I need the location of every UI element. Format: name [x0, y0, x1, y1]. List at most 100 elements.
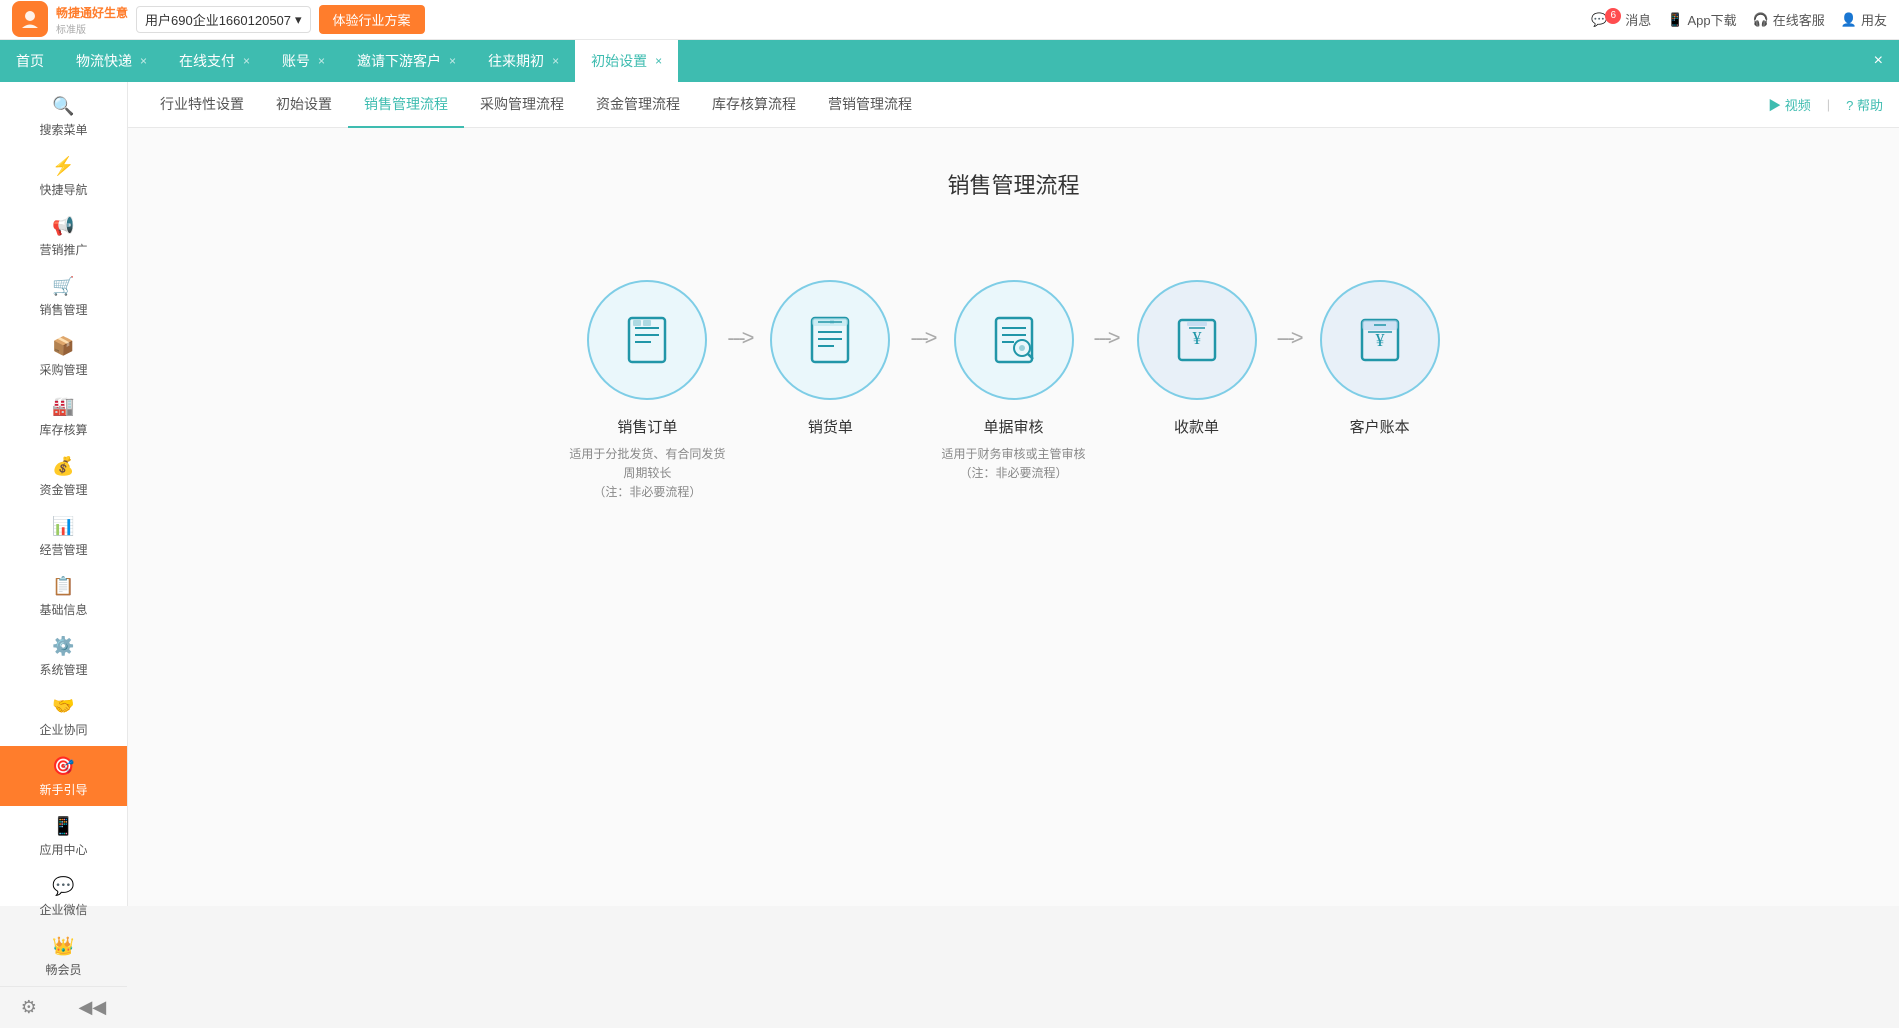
- main-layout: 🔍 搜索菜单 ⚡ 快捷导航 📢 营销推广 🛒 销售管理 📦 采购管理 🏭 库存核…: [0, 82, 1899, 906]
- nav-close-init[interactable]: ×: [655, 54, 662, 68]
- app-download-button[interactable]: 📱 App下载: [1667, 10, 1736, 29]
- sub-tab-label-finance-flow: 资金管理流程: [596, 94, 680, 114]
- sidebar-item-label-purchase: 采购管理: [39, 361, 87, 378]
- flow-circle-review: [954, 280, 1074, 400]
- sidebar-item-label-sys-mgmt: 系统管理: [39, 661, 87, 678]
- finance-icon: 💰: [52, 456, 74, 477]
- nav-bar-close-button[interactable]: ×: [1858, 52, 1899, 70]
- flow-circle-account-book: ¥: [1320, 280, 1440, 400]
- logo-text-block: 畅捷通好生意 标准版: [56, 4, 128, 36]
- flow-arrow-2: - - ->: [910, 280, 933, 351]
- message-button[interactable]: 💬 6 消息: [1591, 10, 1651, 29]
- page-title: 销售管理流程: [148, 168, 1879, 200]
- sidebar-item-enterprise-wechat[interactable]: 💬 企业微信: [0, 866, 127, 926]
- sidebar-item-purchase[interactable]: 📦 采购管理: [0, 326, 127, 386]
- flow-label-receipt: 收款单: [1174, 416, 1219, 437]
- nav-label-account: 账号: [282, 51, 310, 71]
- sidebar-item-label-enterprise-wechat: 企业微信: [39, 901, 87, 918]
- flow-circle-delivery: [770, 280, 890, 400]
- sub-tab-label-marketing-flow: 营销管理流程: [828, 94, 912, 114]
- sys-mgmt-icon: ⚙️: [52, 636, 74, 657]
- sub-tab-marketing-flow[interactable]: 营销管理流程: [812, 82, 928, 128]
- enterprise-wechat-icon: 💬: [52, 876, 74, 897]
- sidebar-item-label-marketing: 营销推广: [39, 241, 87, 258]
- sidebar-item-finance[interactable]: 💰 资金管理: [0, 446, 127, 506]
- video-link[interactable]: ▶ 视频: [1768, 95, 1811, 114]
- nav-label-payment: 在线支付: [179, 51, 235, 71]
- online-service-label: 在线客服: [1773, 10, 1825, 29]
- nav-item-period[interactable]: 往来期初 ×: [472, 40, 575, 82]
- chevron-down-icon: ▾: [295, 12, 302, 28]
- svg-text:¥: ¥: [1192, 328, 1201, 348]
- logo-icon: [12, 1, 48, 37]
- flow-desc-sales-order: 适用于分批发货、有合同发货周期较长（注：非必要流程）: [567, 445, 727, 503]
- sidebar-item-app-center[interactable]: 📱 应用中心: [0, 806, 127, 866]
- sidebar-item-label-inventory: 库存核算: [39, 421, 87, 438]
- sidebar-item-enterprise-collab[interactable]: 🤝 企业协同: [0, 686, 127, 746]
- flow-circle-sales-order: [587, 280, 707, 400]
- sidebar-item-vip[interactable]: 👑 畅会员: [0, 926, 127, 986]
- sidebar-item-operations[interactable]: 📊 经营管理: [0, 506, 127, 566]
- user-selector[interactable]: 用户690企业1660120507 ▾: [136, 6, 311, 33]
- sidebar-item-search[interactable]: 🔍 搜索菜单: [0, 86, 127, 146]
- sub-tab-label-sales-flow: 销售管理流程: [364, 94, 448, 114]
- sidebar-item-marketing[interactable]: 📢 营销推广: [0, 206, 127, 266]
- sidebar-item-label-sales: 销售管理: [39, 301, 87, 318]
- sub-tab-industry[interactable]: 行业特性设置: [144, 82, 260, 128]
- flow-step-account-book: ¥ 客户账本: [1300, 280, 1460, 445]
- sidebar-item-label-operations: 经营管理: [39, 541, 87, 558]
- flow-label-account-book: 客户账本: [1350, 416, 1410, 437]
- sidebar-item-basic-info[interactable]: 📋 基础信息: [0, 566, 127, 626]
- message-badge: 6: [1605, 8, 1621, 24]
- nav-close-logistics[interactable]: ×: [140, 54, 147, 68]
- user-menu-button[interactable]: 👤 用友: [1841, 10, 1887, 29]
- svg-text:¥: ¥: [1375, 330, 1384, 350]
- nav-item-logistics[interactable]: 物流快递 ×: [60, 40, 163, 82]
- flow-diagram: 销售订单 适用于分批发货、有合同发货周期较长（注：非必要流程） - - ->: [148, 260, 1879, 523]
- sub-tab-finance-flow[interactable]: 资金管理流程: [580, 82, 696, 128]
- vip-icon: 👑: [52, 936, 74, 957]
- sidebar-item-label-new-guide: 新手引导: [39, 781, 87, 798]
- flow-label-delivery: 销货单: [808, 416, 853, 437]
- nav-item-invite[interactable]: 邀请下游客户 ×: [341, 40, 472, 82]
- sidebar-item-sys-mgmt[interactable]: ⚙️ 系统管理: [0, 626, 127, 686]
- nav-item-payment[interactable]: 在线支付 ×: [163, 40, 266, 82]
- collapse-sidebar-icon[interactable]: ◀◀: [79, 997, 107, 1018]
- nav-close-account[interactable]: ×: [318, 54, 325, 68]
- sidebar-item-label-enterprise-collab: 企业协同: [39, 721, 87, 738]
- nav-item-home[interactable]: 首页: [0, 40, 60, 82]
- nav-label-invite: 邀请下游客户: [357, 51, 441, 71]
- nav-close-invite[interactable]: ×: [449, 54, 456, 68]
- nav-close-period[interactable]: ×: [552, 54, 559, 68]
- logo-title: 畅捷通好生意: [56, 4, 128, 21]
- sidebar-item-new-guide[interactable]: 🎯 新手引导: [0, 746, 127, 806]
- nav-close-payment[interactable]: ×: [243, 54, 250, 68]
- top-header: 畅捷通好生意 标准版 用户690企业1660120507 ▾ 体验行业方案 💬 …: [0, 0, 1899, 40]
- search-icon: 🔍: [52, 96, 74, 117]
- experience-button[interactable]: 体验行业方案: [319, 5, 425, 34]
- sub-tab-inventory-flow[interactable]: 库存核算流程: [696, 82, 812, 128]
- video-icon: ▶: [1768, 98, 1781, 113]
- sidebar-item-sales[interactable]: 🛒 销售管理: [0, 266, 127, 326]
- nav-item-init[interactable]: 初始设置 ×: [575, 40, 678, 82]
- avatar-icon: 👤: [1841, 12, 1857, 28]
- sidebar-item-label-quick-nav: 快捷导航: [39, 181, 87, 198]
- flow-arrow-1: - - ->: [727, 280, 750, 351]
- flow-step-receipt: ¥ 收款单: [1117, 280, 1277, 445]
- online-service-button[interactable]: 🎧 在线客服: [1753, 10, 1825, 29]
- nav-item-account[interactable]: 账号 ×: [266, 40, 341, 82]
- help-link[interactable]: ? 帮助: [1846, 95, 1883, 114]
- sub-tab-init[interactable]: 初始设置: [260, 82, 348, 128]
- sidebar-item-inventory[interactable]: 🏭 库存核算: [0, 386, 127, 446]
- help-label: 帮助: [1857, 98, 1883, 113]
- sub-tab-sales-flow[interactable]: 销售管理流程: [348, 82, 464, 128]
- sub-tab-purchase-flow[interactable]: 采购管理流程: [464, 82, 580, 128]
- sidebar-item-label-search: 搜索菜单: [39, 121, 87, 138]
- marketing-icon: 📢: [52, 216, 74, 237]
- sidebar-item-quick-nav[interactable]: ⚡ 快捷导航: [0, 146, 127, 206]
- header-right: 💬 6 消息 📱 App下载 🎧 在线客服 👤 用友: [1591, 10, 1887, 29]
- user-display-name: 用友: [1861, 10, 1887, 29]
- settings-bottom-icon[interactable]: ⚙: [21, 997, 37, 1018]
- logo-subtitle: 标准版: [56, 21, 128, 36]
- basic-info-icon: 📋: [52, 576, 74, 597]
